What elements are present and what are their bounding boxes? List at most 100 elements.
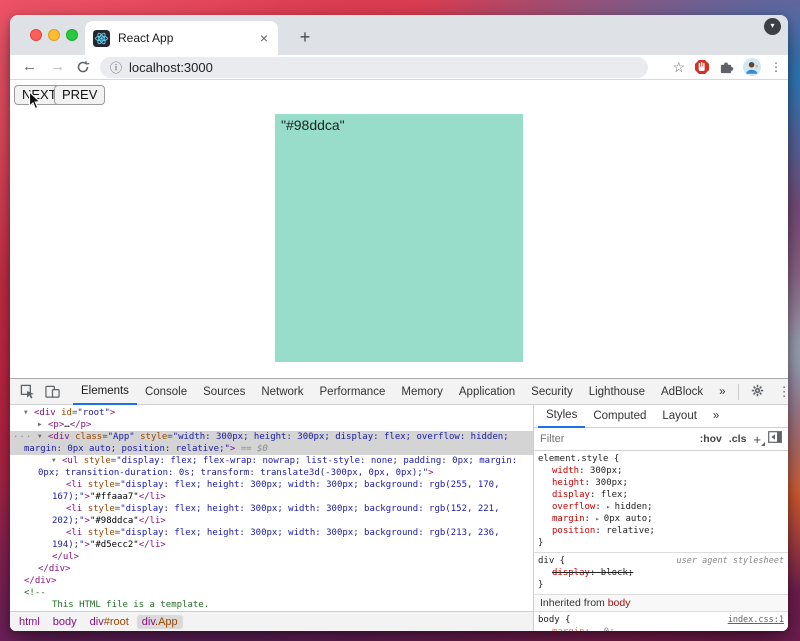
expand-shorthand-icon[interactable]: ▸ <box>595 515 603 523</box>
tree-row[interactable]: <li style="display: flex; height: 300px;… <box>10 479 533 503</box>
devtools-settings-gear-icon[interactable] <box>745 384 770 400</box>
css-property-overflow[interactable]: overflow: ▸ hidden; <box>538 501 784 513</box>
devtools-panel: Elements Console Sources Network Performance… <box>10 378 788 631</box>
styles-pane-content: element.style {width: 300px; height: 300p… <box>534 451 788 631</box>
style-rule-elementstyle: element.style {width: 300px; height: 300p… <box>534 451 788 553</box>
bookmark-star-icon[interactable]: ☆ <box>672 59 685 76</box>
devtools-tab-performance[interactable]: Performance <box>312 379 394 405</box>
tree-row[interactable]: ▼ <ul style="display: flex; flex-wrap: no… <box>10 455 533 479</box>
breadcrumb-div-App[interactable]: div.App <box>136 614 183 629</box>
rule-selector[interactable]: element.style { <box>538 453 619 465</box>
tag-name: <ul <box>62 456 79 466</box>
browser-tab[interactable]: React App × <box>85 21 278 55</box>
rule-close-brace: } <box>538 538 544 548</box>
attribute-name: style <box>140 432 168 442</box>
styles-tab-[interactable]: » <box>705 405 727 428</box>
tab-close-icon[interactable]: × <box>258 31 270 45</box>
elements-breadcrumbs: html body div#root div.App <box>10 611 533 631</box>
style-rule-body: body {index.css:1margin: ▸ 0;} <box>534 612 788 631</box>
carousel-slide: "#98ddca" <box>275 114 523 362</box>
close-window-button[interactable] <box>30 29 42 41</box>
tree-row[interactable]: <li style="display: flex; height: 300px;… <box>10 527 533 551</box>
rule-selector[interactable]: div { <box>538 555 565 567</box>
styles-tab-layout[interactable]: Layout <box>654 405 705 428</box>
elements-tree: ▼ <div id="root"> ▶ <p>…</p>... ▼ <div class=… <box>10 405 533 611</box>
closing-tag: </ul> <box>52 552 80 562</box>
tree-row[interactable]: <li style="display: flex; height: 300px;… <box>10 503 533 527</box>
edit-hint-dots: ... <box>13 430 33 440</box>
new-style-rule-button[interactable]: + <box>753 432 765 447</box>
css-property-margin[interactable]: margin: ▸ 0px auto; <box>538 513 784 525</box>
chrome-menu-icon[interactable]: ⋮ <box>770 60 782 74</box>
breadcrumb-div-root[interactable]: div#root <box>85 615 134 629</box>
tree-row[interactable]: </div> <box>10 563 533 575</box>
stylesheet-link[interactable]: index.css:1 <box>728 614 784 626</box>
devtools-tab-memory[interactable]: Memory <box>393 379 451 405</box>
extensions-puzzle-icon[interactable] <box>719 60 734 75</box>
inherited-from-tag[interactable]: body <box>608 597 631 609</box>
tree-row[interactable]: ▼ <div id="root"> <box>10 407 533 419</box>
rule-selector[interactable]: body { <box>538 614 571 626</box>
collapse-arrow-icon[interactable]: ▼ <box>24 407 34 419</box>
css-property-height[interactable]: height: 300px; <box>538 477 784 489</box>
minimize-window-button[interactable] <box>48 29 60 41</box>
devtools-tab-lighthouse[interactable]: Lighthouse <box>581 379 653 405</box>
site-info-icon[interactable]: ⓘ <box>110 59 122 76</box>
browser-window: React App × + ▾ ← → ⓘ localhost:3000 ☆ ⋮… <box>10 15 788 631</box>
tab-title: React App <box>118 31 174 45</box>
collapse-arrow-icon[interactable]: ▼ <box>52 455 62 467</box>
inspect-element-icon[interactable] <box>15 384 40 399</box>
expand-shorthand-icon[interactable]: ▸ <box>606 503 614 511</box>
toggle-hov-button[interactable]: :hov <box>700 433 722 445</box>
tree-row[interactable]: ▶ <p>…</p> <box>10 419 533 431</box>
collapse-arrow-icon[interactable]: ▼ <box>38 431 48 443</box>
adblock-extension-icon[interactable] <box>694 59 710 75</box>
tag-name: <div <box>48 432 70 442</box>
attribute-value: "App" <box>107 432 135 442</box>
back-icon[interactable]: ← <box>22 56 37 78</box>
expand-arrow-icon[interactable]: ▶ <box>38 419 48 431</box>
css-property-position[interactable]: position: relative; <box>538 525 784 537</box>
devtools-tab-elements[interactable]: Elements <box>73 379 137 405</box>
tag-name: <p <box>48 420 59 430</box>
css-property-display[interactable]: display: block; <box>538 567 784 579</box>
tag-name: <li <box>66 504 83 514</box>
devtools-tab-[interactable]: » <box>711 379 733 405</box>
breadcrumb-html[interactable]: html <box>14 615 45 629</box>
reload-icon[interactable] <box>76 59 90 81</box>
tab-search-button[interactable]: ▾ <box>764 18 781 35</box>
new-tab-button[interactable]: + <box>292 25 318 51</box>
styles-filter-input[interactable] <box>540 433 693 445</box>
devtools-tab-network[interactable]: Network <box>253 379 311 405</box>
html-comment: This HTML file is a template. <box>52 600 210 610</box>
address-bar[interactable]: ⓘ localhost:3000 <box>100 57 648 78</box>
tree-row[interactable]: <!-- <box>10 587 533 599</box>
tree-row[interactable]: </div> <box>10 575 533 587</box>
attribute-name: style <box>83 456 111 466</box>
dock-sidebar-icon[interactable] <box>768 430 782 448</box>
prev-button[interactable]: PREV <box>54 85 106 105</box>
zoom-window-button[interactable] <box>66 29 78 41</box>
css-property-display[interactable]: display: flex; <box>538 489 784 501</box>
profile-avatar[interactable] <box>743 58 761 76</box>
tree-row[interactable]: ... ▼ <div class="App" style="width: 300px… <box>10 430 533 455</box>
devtools-tab-strip: Elements Console Sources Network Performance… <box>73 379 734 405</box>
styles-tab-styles[interactable]: Styles <box>538 405 586 428</box>
devtools-tab-console[interactable]: Console <box>137 379 195 405</box>
expand-shorthand-icon[interactable]: ▸ <box>595 628 603 631</box>
devtools-menu-icon[interactable]: ⋮ <box>772 384 788 400</box>
tree-row[interactable]: This HTML file is a template. <box>10 599 533 611</box>
tree-row[interactable]: </ul> <box>10 551 533 563</box>
closing-tag: </div> <box>24 576 57 586</box>
css-property-margin[interactable]: margin: ▸ 0; <box>538 626 784 631</box>
devtools-tab-sources[interactable]: Sources <box>195 379 253 405</box>
devtools-tab-security[interactable]: Security <box>523 379 581 405</box>
breadcrumb-body[interactable]: body <box>48 615 82 629</box>
css-property-width[interactable]: width: 300px; <box>538 465 784 477</box>
styles-tab-computed[interactable]: Computed <box>585 405 654 428</box>
tag-name: <li <box>66 480 83 490</box>
device-toolbar-icon[interactable] <box>40 384 65 399</box>
devtools-tab-application[interactable]: Application <box>451 379 523 405</box>
devtools-tab-adblock[interactable]: AdBlock <box>653 379 711 405</box>
toggle-cls-button[interactable]: .cls <box>729 433 747 445</box>
